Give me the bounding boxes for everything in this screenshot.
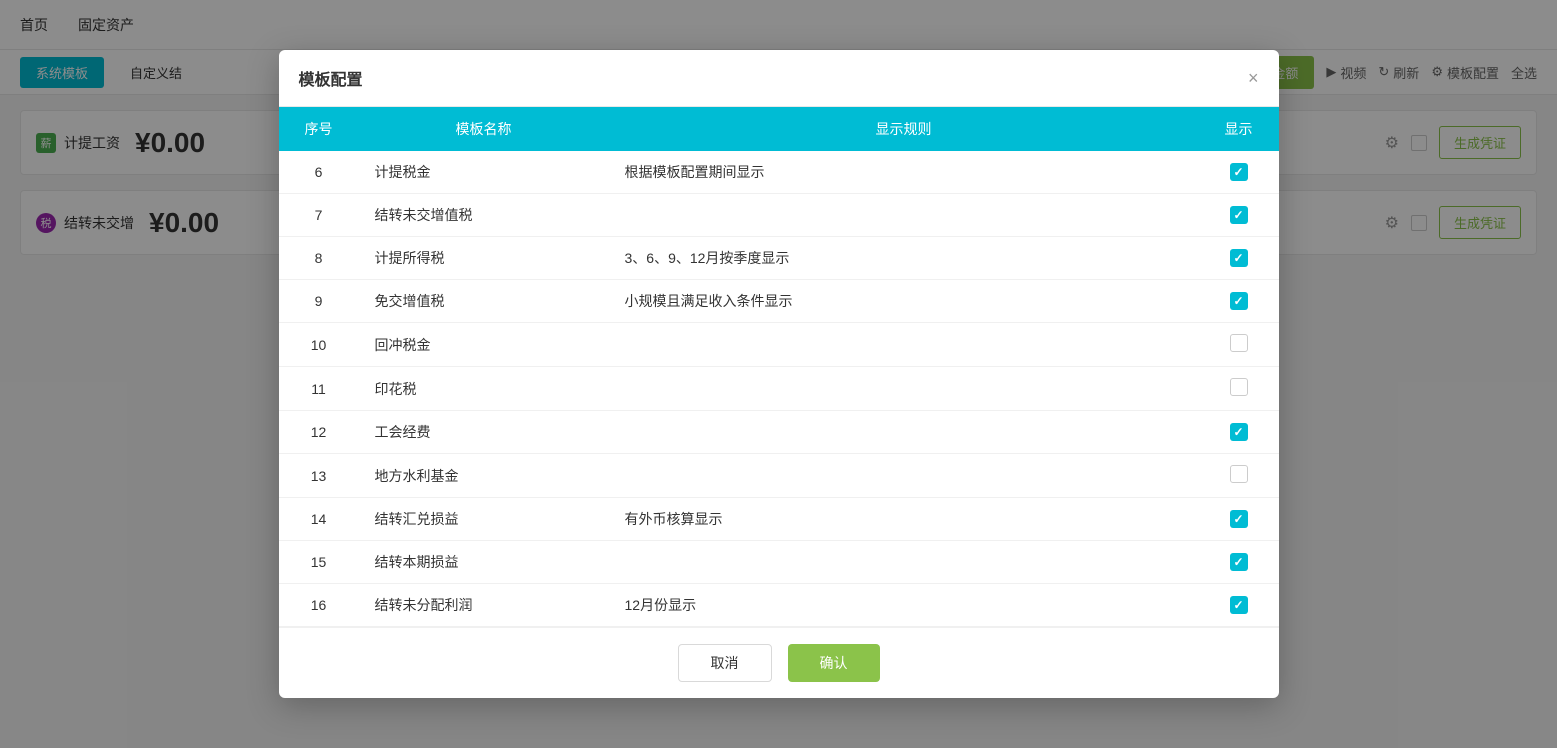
checkbox-checked[interactable] — [1230, 553, 1248, 571]
confirm-button[interactable]: 确认 — [788, 644, 880, 682]
cell-id: 10 — [279, 323, 359, 367]
cell-id: 11 — [279, 367, 359, 411]
cell-name: 免交增值税 — [359, 280, 609, 323]
cell-checkbox — [1199, 280, 1279, 323]
cell-checkbox — [1199, 237, 1279, 280]
table-row: 16结转未分配利润12月份显示 — [279, 584, 1279, 627]
cell-rule: 3、6、9、12月按季度显示 — [609, 237, 1199, 280]
col-header-id: 序号 — [279, 107, 359, 151]
cell-rule: 根据模板配置期间显示 — [609, 151, 1199, 194]
template-config-modal: 模板配置 × 序号 模板名称 显示规则 显示 6计提税金根据模板配置期间显示7结… — [279, 50, 1279, 698]
cell-name: 回冲税金 — [359, 323, 609, 367]
modal-close-button[interactable]: × — [1248, 69, 1259, 87]
cell-id: 6 — [279, 151, 359, 194]
cell-name: 结转汇兑损益 — [359, 498, 609, 541]
checkbox-checked[interactable] — [1230, 249, 1248, 267]
cell-checkbox — [1199, 541, 1279, 584]
table-row: 10回冲税金 — [279, 323, 1279, 367]
cell-rule: 12月份显示 — [609, 584, 1199, 627]
cell-checkbox — [1199, 454, 1279, 498]
cell-id: 13 — [279, 454, 359, 498]
checkbox-checked[interactable] — [1230, 292, 1248, 310]
cell-rule — [609, 323, 1199, 367]
table-row: 15结转本期损益 — [279, 541, 1279, 584]
cell-id: 7 — [279, 194, 359, 237]
table-header-row: 序号 模板名称 显示规则 显示 — [279, 107, 1279, 151]
cell-rule — [609, 411, 1199, 454]
cell-name: 计提所得税 — [359, 237, 609, 280]
cell-rule — [609, 454, 1199, 498]
cell-checkbox — [1199, 584, 1279, 627]
checkbox-unchecked[interactable] — [1230, 465, 1248, 483]
table-row: 11印花税 — [279, 367, 1279, 411]
cell-checkbox — [1199, 323, 1279, 367]
cell-name: 工会经费 — [359, 411, 609, 454]
cell-rule: 小规模且满足收入条件显示 — [609, 280, 1199, 323]
table-row: 14结转汇兑损益有外币核算显示 — [279, 498, 1279, 541]
col-header-show: 显示 — [1199, 107, 1279, 151]
cell-checkbox — [1199, 194, 1279, 237]
table-body: 6计提税金根据模板配置期间显示7结转未交增值税8计提所得税3、6、9、12月按季… — [279, 151, 1279, 627]
cell-name: 结转未交增值税 — [359, 194, 609, 237]
modal-footer: 取消 确认 — [279, 627, 1279, 698]
checkbox-checked[interactable] — [1230, 510, 1248, 528]
cell-rule — [609, 194, 1199, 237]
cell-id: 15 — [279, 541, 359, 584]
cell-rule: 有外币核算显示 — [609, 498, 1199, 541]
cell-id: 14 — [279, 498, 359, 541]
cell-name: 结转未分配利润 — [359, 584, 609, 627]
col-header-name: 模板名称 — [359, 107, 609, 151]
table-row: 8计提所得税3、6、9、12月按季度显示 — [279, 237, 1279, 280]
checkbox-checked[interactable] — [1230, 596, 1248, 614]
checkbox-checked[interactable] — [1230, 423, 1248, 441]
cell-name: 结转本期损益 — [359, 541, 609, 584]
table-row: 12工会经费 — [279, 411, 1279, 454]
config-table: 序号 模板名称 显示规则 显示 6计提税金根据模板配置期间显示7结转未交增值税8… — [279, 107, 1279, 627]
checkbox-unchecked[interactable] — [1230, 378, 1248, 396]
cell-id: 12 — [279, 411, 359, 454]
cell-id: 9 — [279, 280, 359, 323]
modal-body: 序号 模板名称 显示规则 显示 6计提税金根据模板配置期间显示7结转未交增值税8… — [279, 107, 1279, 627]
cell-checkbox — [1199, 411, 1279, 454]
table-row: 7结转未交增值税 — [279, 194, 1279, 237]
table-row: 13地方水利基金 — [279, 454, 1279, 498]
cell-name: 印花税 — [359, 367, 609, 411]
checkbox-checked[interactable] — [1230, 206, 1248, 224]
table-row: 9免交增值税小规模且满足收入条件显示 — [279, 280, 1279, 323]
table-row: 6计提税金根据模板配置期间显示 — [279, 151, 1279, 194]
cell-rule — [609, 367, 1199, 411]
cell-checkbox — [1199, 498, 1279, 541]
checkbox-unchecked[interactable] — [1230, 334, 1248, 352]
cell-id: 8 — [279, 237, 359, 280]
cell-name: 地方水利基金 — [359, 454, 609, 498]
cell-checkbox — [1199, 367, 1279, 411]
cell-id: 16 — [279, 584, 359, 627]
cell-rule — [609, 541, 1199, 584]
checkbox-checked[interactable] — [1230, 163, 1248, 181]
cell-name: 计提税金 — [359, 151, 609, 194]
col-header-rule: 显示规则 — [609, 107, 1199, 151]
cell-checkbox — [1199, 151, 1279, 194]
modal-header: 模板配置 × — [279, 50, 1279, 107]
modal-title: 模板配置 — [299, 66, 363, 90]
cancel-button[interactable]: 取消 — [678, 644, 772, 682]
